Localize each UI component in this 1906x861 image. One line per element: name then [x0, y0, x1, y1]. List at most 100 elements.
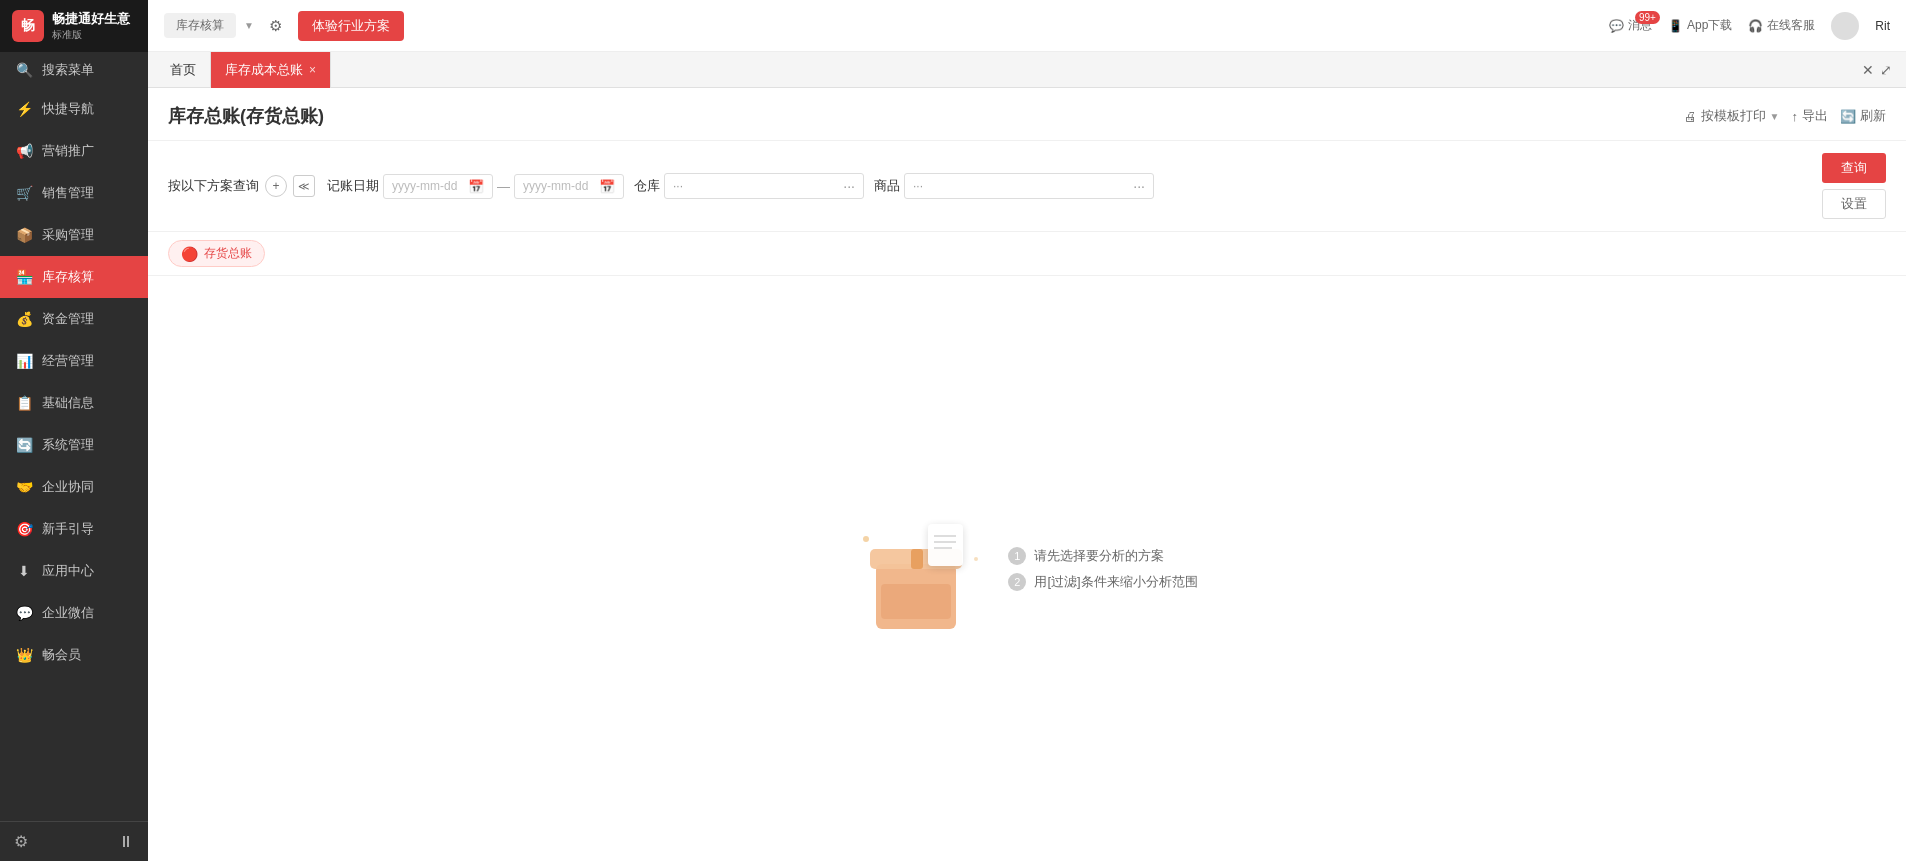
sidebar-item-operation[interactable]: 📊 经营管理	[0, 340, 148, 382]
sidebar-item-label: 营销推广	[42, 142, 134, 160]
warehouse-more-icon: ···	[843, 178, 855, 194]
topbar-right: 💬 消息 99+ 📱 App下载 🎧 在线客服 Rit	[1609, 12, 1890, 40]
audio-button[interactable]: ⏸	[118, 833, 134, 851]
product-label: 商品	[874, 177, 900, 195]
print-chevron-icon: ▼	[1770, 111, 1780, 122]
sidebar-item-wechat[interactable]: 💬 企业微信	[0, 592, 148, 634]
filter-actions: 查询 设置	[1822, 153, 1886, 219]
messages-button[interactable]: 💬 消息 99+	[1609, 17, 1652, 34]
refresh-icon: 🔄	[1840, 109, 1856, 124]
step-2-text: 用[过滤]条件来缩小分析范围	[1034, 573, 1197, 591]
logo-icon: 畅	[12, 10, 44, 42]
app-version: 标准版	[52, 28, 130, 41]
resize-icon[interactable]: ⤢	[1874, 62, 1898, 78]
marketing-icon: 📢	[14, 141, 34, 161]
avatar	[1831, 12, 1859, 40]
gear-button[interactable]: ⚙	[262, 12, 290, 40]
refresh-label: 刷新	[1860, 107, 1886, 125]
tab-close-icon[interactable]: ×	[309, 63, 316, 77]
messages-badge: 99+	[1635, 11, 1660, 24]
sidebar-item-label: 资金管理	[42, 310, 134, 328]
filter-settings-button[interactable]: 设置	[1822, 189, 1886, 219]
system-icon: 🔄	[14, 435, 34, 455]
date-end-input[interactable]: yyyy-mm-dd 📅	[514, 174, 624, 199]
headset-icon: 🎧	[1748, 19, 1763, 33]
search-menu[interactable]: 🔍 搜索菜单	[0, 52, 148, 88]
filter-collapse-button[interactable]: ≪	[293, 175, 315, 197]
tab-home[interactable]: 首页	[156, 52, 211, 88]
date-filter-group: 记账日期 yyyy-mm-dd 📅 — yyyy-mm-dd 📅	[327, 174, 624, 199]
filter-row: 按以下方案查询 + ≪ 记账日期 yyyy-mm-dd 📅 — yyyy-mm-…	[168, 153, 1886, 219]
svg-rect-4	[928, 524, 963, 566]
sidebar-item-label: 经营管理	[42, 352, 134, 370]
page-content: 库存总账(存货总账) 🖨 按模板打印 ▼ ↑ 导出 🔄 刷新	[148, 88, 1906, 861]
breadcrumb[interactable]: 库存核算	[164, 13, 236, 38]
filter-fields: 记账日期 yyyy-mm-dd 📅 — yyyy-mm-dd 📅 仓库	[327, 173, 1810, 199]
filter-add-button[interactable]: +	[265, 175, 287, 197]
warehouse-placeholder: ···	[673, 179, 683, 193]
service-label: 在线客服	[1767, 17, 1815, 34]
sidebar-item-label: 采购管理	[42, 226, 134, 244]
sidebar-item-label: 企业微信	[42, 604, 134, 622]
sidebar-item-newbie[interactable]: 🎯 新手引导	[0, 508, 148, 550]
sidebar-item-label: 应用中心	[42, 562, 134, 580]
app-download-button[interactable]: 📱 App下载	[1668, 17, 1732, 34]
product-filter-group: 商品 ··· ···	[874, 173, 1154, 199]
sidebar-item-label: 企业协同	[42, 478, 134, 496]
date-separator: —	[497, 179, 510, 194]
export-label: 导出	[1802, 107, 1828, 125]
tab-inventory-ledger[interactable]: 库存成本总账 ×	[211, 52, 331, 88]
username-label[interactable]: Rit	[1875, 19, 1890, 33]
product-selector[interactable]: ··· ···	[904, 173, 1154, 199]
calendar-end-icon: 📅	[599, 179, 615, 194]
sidebar-item-cooperation[interactable]: 🤝 企业协同	[0, 466, 148, 508]
print-button[interactable]: 🖨 按模板打印 ▼	[1684, 107, 1780, 125]
sub-filter: 🔴 存货总账	[148, 232, 1906, 276]
step-1-num: 1	[1008, 547, 1026, 565]
app-download-label: App下载	[1687, 17, 1732, 34]
scheme-tag[interactable]: 🔴 存货总账	[168, 240, 265, 267]
sidebar-item-marketing[interactable]: 📢 营销推广	[0, 130, 148, 172]
step-1-text: 请先选择要分析的方案	[1034, 547, 1164, 565]
sidebar-item-label: 新手引导	[42, 520, 134, 538]
sidebar-item-label: 畅会员	[42, 646, 134, 664]
tag-icon: 🔴	[181, 246, 198, 262]
close-panel-icon[interactable]: ✕	[1862, 62, 1874, 78]
sidebar-item-finance[interactable]: 💰 资金管理	[0, 298, 148, 340]
settings-button[interactable]: ⚙	[14, 832, 28, 851]
filter-area: 按以下方案查询 + ≪ 记账日期 yyyy-mm-dd 📅 — yyyy-mm-…	[148, 141, 1906, 232]
wechat-icon: 💬	[14, 603, 34, 623]
online-service-button[interactable]: 🎧 在线客服	[1748, 17, 1815, 34]
purchase-icon: 📦	[14, 225, 34, 245]
sidebar-item-member[interactable]: 👑 畅会员	[0, 634, 148, 676]
query-button[interactable]: 查询	[1822, 153, 1886, 183]
search-icon: 🔍	[14, 60, 34, 80]
date-start-input[interactable]: yyyy-mm-dd 📅	[383, 174, 493, 199]
topbar: 库存核算 ▼ ⚙ 体验行业方案 💬 消息 99+ 📱 App下载 🎧 在线客服 …	[148, 0, 1906, 52]
topbar-left: 库存核算 ▼ ⚙ 体验行业方案	[164, 11, 1609, 41]
sidebar: 畅 畅捷通好生意 标准版 🔍 搜索菜单 ⚡ 快捷导航 📢 营销推广 🛒 销售管理…	[0, 0, 148, 861]
industry-btn[interactable]: 体验行业方案	[298, 11, 404, 41]
sidebar-item-purchase[interactable]: 📦 采购管理	[0, 214, 148, 256]
inventory-icon: 🏪	[14, 267, 34, 287]
warehouse-selector[interactable]: ··· ···	[664, 173, 864, 199]
step-2-num: 2	[1008, 573, 1026, 591]
sidebar-item-sales[interactable]: 🛒 销售管理	[0, 172, 148, 214]
sidebar-item-inventory[interactable]: 🏪 库存核算	[0, 256, 148, 298]
appstore-icon: ⬇	[14, 561, 34, 581]
sidebar-item-label: 快捷导航	[42, 100, 134, 118]
svg-point-9	[974, 557, 978, 561]
empty-step-1: 1 请先选择要分析的方案	[1008, 547, 1197, 565]
export-button[interactable]: ↑ 导出	[1792, 107, 1829, 125]
date-label: 记账日期	[327, 177, 379, 195]
tabs-bar: 首页 库存成本总账 × ✕ ⤢	[148, 52, 1906, 88]
sidebar-item-basic[interactable]: 📋 基础信息	[0, 382, 148, 424]
empty-instructions: 1 请先选择要分析的方案 2 用[过滤]条件来缩小分析范围	[1008, 547, 1197, 591]
sidebar-item-quick-nav[interactable]: ⚡ 快捷导航	[0, 88, 148, 130]
refresh-button[interactable]: 🔄 刷新	[1840, 107, 1886, 125]
sidebar-item-appstore[interactable]: ⬇ 应用中心	[0, 550, 148, 592]
export-icon: ↑	[1792, 109, 1799, 124]
sidebar-item-system[interactable]: 🔄 系统管理	[0, 424, 148, 466]
sidebar-item-label: 系统管理	[42, 436, 134, 454]
empty-step-2: 2 用[过滤]条件来缩小分析范围	[1008, 573, 1197, 591]
